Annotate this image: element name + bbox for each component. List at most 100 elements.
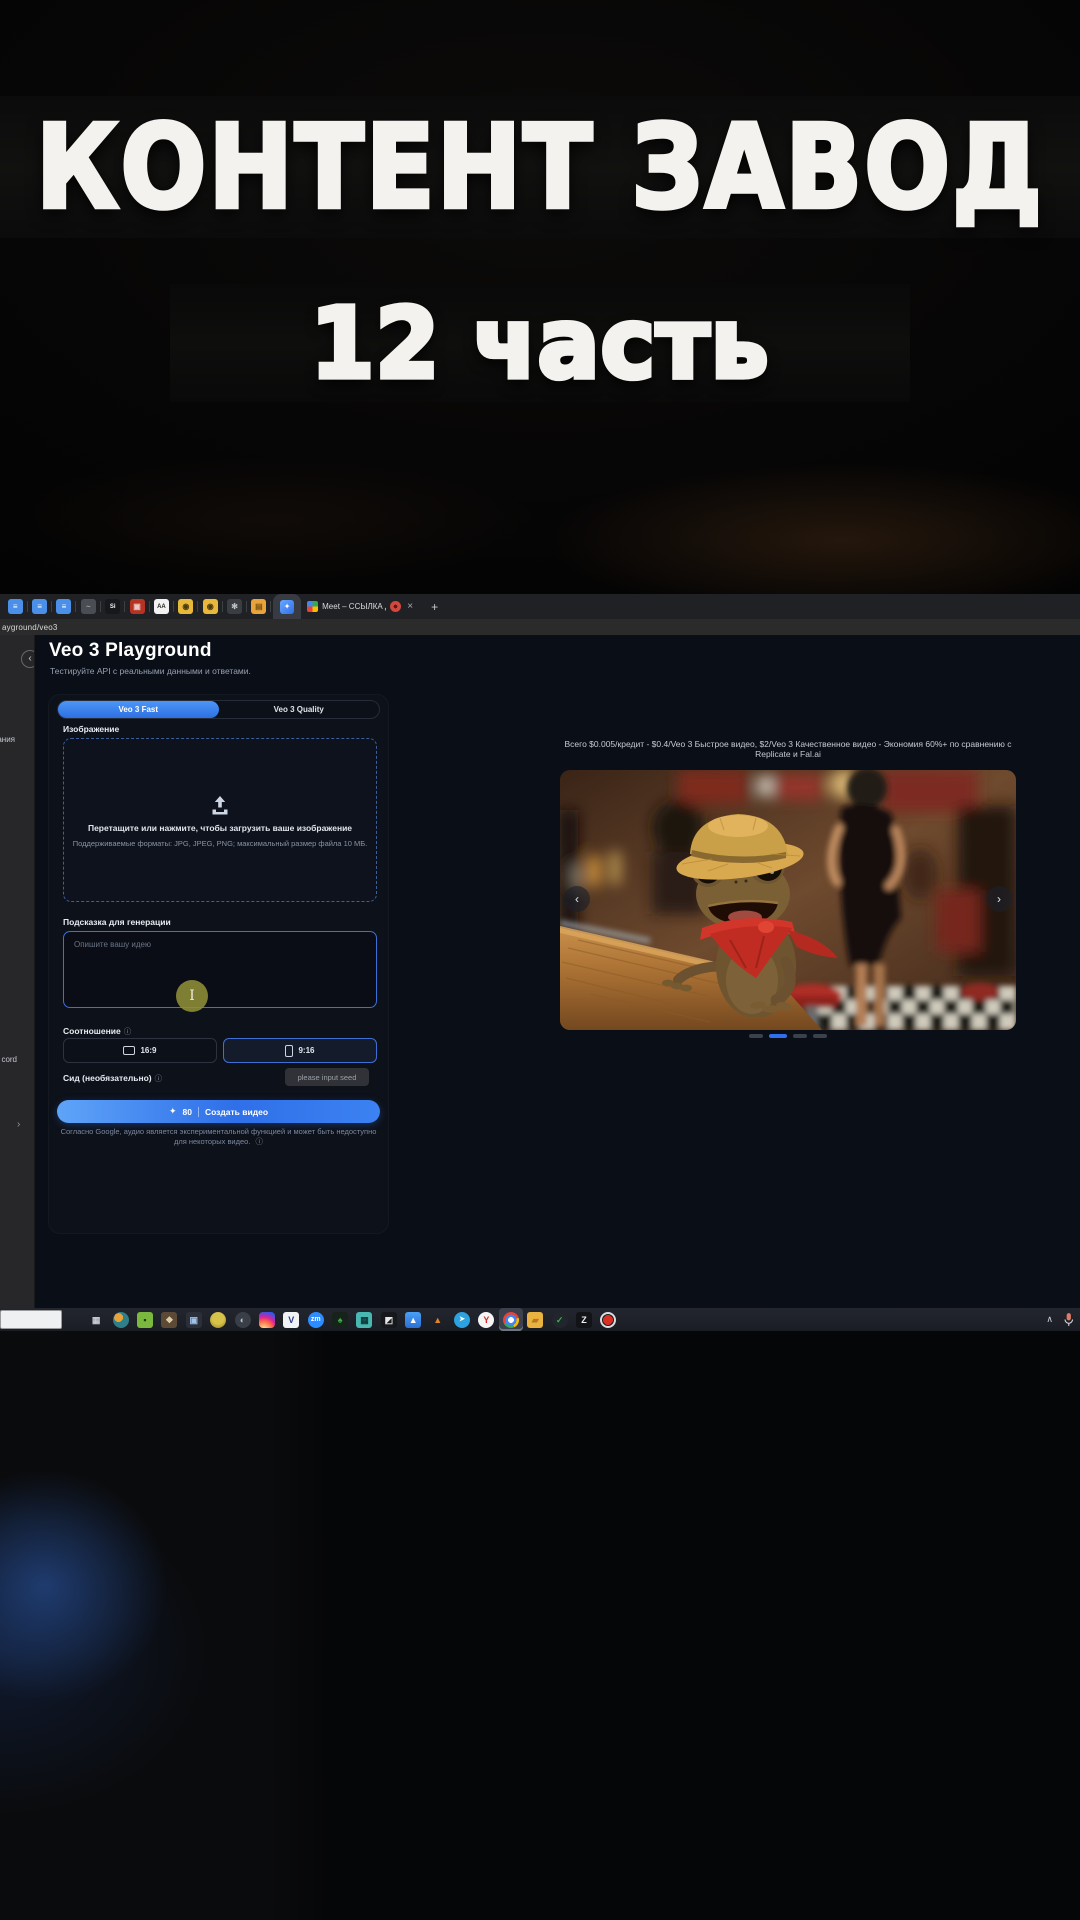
pinned-tab-gear[interactable]: ✻ — [227, 599, 248, 614]
create-video-label: Создать видео — [204, 1106, 269, 1117]
create-video-button[interactable]: ✦ 80 Создать видео — [57, 1100, 380, 1123]
antivirus-icon[interactable]: ▪ — [133, 1308, 157, 1331]
pinned-tab-yellow-1[interactable]: ◉ — [178, 599, 199, 614]
game-icon[interactable]: ❖ — [157, 1308, 181, 1331]
mascot-app-icon[interactable] — [206, 1308, 230, 1331]
seed-input[interactable] — [285, 1068, 369, 1086]
carousel-dots — [560, 1034, 1016, 1038]
telegram-icon: ➤ — [454, 1311, 471, 1328]
sidebar-expand-chevron-icon[interactable]: › — [17, 1119, 20, 1130]
calculator-icon: ▦ — [356, 1311, 373, 1328]
disclaimer-info-icon: ⓘ — [255, 1137, 264, 1146]
browser-window: ≡≡≡~Si▣AA◉◉✻▤ ✦ Meet – ССЫЛКА ДЛЯ ВСТР ×… — [0, 594, 1080, 1308]
browser-globe-icon[interactable] — [108, 1308, 132, 1331]
video-editor-v-icon[interactable]: V — [279, 1308, 303, 1331]
calculator-icon[interactable]: ▦ — [352, 1308, 376, 1331]
voice-chat-icon[interactable]: ✓ — [547, 1308, 571, 1331]
pinned-tab-studio[interactable]: Si — [105, 599, 126, 614]
audio-disclaimer: Согласно Google, аудио является эксперим… — [60, 1127, 377, 1146]
url-text: ayground/veo3 — [2, 622, 58, 632]
file-explorer-icon[interactable]: ▰ — [523, 1308, 547, 1331]
active-tab[interactable]: ✦ — [273, 594, 302, 619]
carousel-dot-4[interactable] — [813, 1034, 827, 1038]
vlc-icon[interactable]: ▲ — [425, 1308, 449, 1331]
zoom-icon[interactable]: zm — [304, 1308, 328, 1331]
nature-app-icon[interactable]: ♠ — [328, 1308, 352, 1331]
carousel-prev-button[interactable]: ‹ — [564, 886, 590, 912]
active-tab-icon: ✦ — [280, 599, 295, 614]
pinned-tab-yellow-2[interactable]: ◉ — [202, 599, 223, 614]
video-editor-v-icon: V — [283, 1311, 300, 1328]
tray-chevron-icon[interactable]: ∧ — [1046, 1314, 1053, 1325]
tab-close-icon[interactable]: × — [405, 601, 415, 612]
pinned-tab-aa[interactable]: AA — [153, 599, 174, 614]
ratio-9-16-button[interactable]: 9:16 — [223, 1038, 377, 1063]
video-preview-image — [560, 770, 1016, 1030]
media-app-icon: ▣ — [185, 1311, 202, 1328]
clip-editor-icon[interactable]: ◩ — [377, 1308, 401, 1331]
carousel-next-button[interactable]: › — [986, 886, 1012, 912]
pinned-tab-extension[interactable]: ~ — [80, 599, 101, 614]
telegram-icon[interactable]: ➤ — [450, 1308, 474, 1331]
system-tray: ∧ — [1046, 1308, 1074, 1331]
landscape-icon — [123, 1046, 136, 1055]
recording-badge-icon — [390, 601, 402, 612]
chrome-icon[interactable] — [498, 1308, 524, 1331]
sidebar-item-top[interactable]: ания — [0, 735, 15, 744]
browser-globe-icon — [112, 1311, 129, 1328]
yandex-browser-icon[interactable]: Y — [474, 1308, 498, 1331]
meet-icon — [307, 601, 319, 612]
carousel-dot-2[interactable] — [769, 1034, 787, 1038]
overlay-title: КОНТЕНТ ЗАВОД — [34, 97, 1045, 236]
file-explorer-icon: ▰ — [527, 1311, 544, 1328]
pinned-tabs: ≡ ≡ ≡ ~ Si ▣ AA ◉ ◉ ✻ ▤ — [0, 594, 272, 619]
taskbar-search-input[interactable] — [0, 1310, 62, 1329]
title-band-2: 12 часть — [170, 284, 910, 402]
prompt-textarea[interactable] — [64, 932, 376, 1007]
title-band-1: КОНТЕНТ ЗАВОД — [0, 96, 1080, 238]
instagram-icon[interactable] — [255, 1308, 279, 1331]
taskbar-icons: ▦ ▪ ❖ ▣ ◐ Vzm ♠ ▦ ◩ ▲ ▲ ➤ Y ▰ ✓ Z — [84, 1308, 621, 1331]
new-tab-button[interactable]: + — [427, 600, 442, 614]
pinned-tab-folder[interactable]: ▤ — [251, 599, 272, 614]
upload-formats: Поддерживаемые форматы: JPG, JPEG, PNG; … — [72, 838, 368, 848]
screen: КОНТЕНТ ЗАВОД 12 часть ≡ ≡ ≡ ~ Si ▣ AA ◉ ◉ ✻ ▤ ✦ M… — [0, 0, 1080, 1920]
pinned-tab-docs-3[interactable]: ≡ — [56, 599, 77, 614]
sparkle-icon: ✦ — [168, 1106, 177, 1116]
microphone-icon[interactable] — [1063, 1312, 1074, 1327]
video-preview-carousel[interactable] — [560, 770, 1016, 1030]
address-bar[interactable]: ayground/veo3 — [0, 619, 1080, 635]
screen-record-icon[interactable] — [596, 1308, 620, 1331]
image-upload-dropzone[interactable]: Перетащите или нажмите, чтобы загрузить … — [63, 738, 377, 902]
voice-chat-icon: ✓ — [551, 1311, 568, 1328]
sidebar-collapse-button[interactable]: ‹ — [21, 650, 34, 668]
instagram-icon — [258, 1311, 275, 1328]
aspect-ratio-group: 16:9 9:16 — [63, 1038, 377, 1063]
globe-dark-icon[interactable]: ◐ — [230, 1308, 254, 1331]
tab-veo3-fast[interactable]: Veo 3 Fast — [58, 701, 219, 718]
media-app-icon[interactable]: ▣ — [182, 1308, 206, 1331]
pinned-tab-docs-1[interactable]: ≡ — [7, 599, 28, 614]
carousel-dot-1[interactable] — [749, 1034, 763, 1038]
mouse-cursor-highlight: I — [176, 980, 208, 1012]
upload-instruction: Перетащите или нажмите, чтобы загрузить … — [87, 822, 353, 833]
overlay-part-number: 12 часть — [308, 284, 771, 403]
tab-veo3-quality[interactable]: Veo 3 Quality — [219, 701, 380, 718]
taskbar: ▦ ▪ ❖ ▣ ◐ Vzm ♠ ▦ ◩ ▲ ▲ ➤ Y ▰ ✓ Z ∧ — [0, 1308, 1080, 1331]
upload-icon — [212, 795, 228, 814]
carousel-dot-3[interactable] — [793, 1034, 807, 1038]
nature-app-icon: ♠ — [332, 1311, 349, 1328]
credits-cost: 80 — [182, 1106, 192, 1117]
image-field-label: Изображение — [63, 724, 120, 734]
sidebar-item-discord[interactable]: cord — [1, 1055, 17, 1064]
mascot-app-icon — [210, 1311, 227, 1328]
task-view-icon[interactable]: ▦ — [84, 1308, 108, 1331]
tab-meet[interactable]: Meet – ССЫЛКА ДЛЯ ВСТР × — [301, 594, 419, 619]
pinned-tab-red-app[interactable]: ▣ — [129, 599, 150, 614]
ratio-16-9-button[interactable]: 16:9 — [63, 1038, 217, 1063]
pinned-tab-docs-2[interactable]: ≡ — [32, 599, 53, 614]
z-recorder-icon[interactable]: Z — [572, 1308, 596, 1331]
prompt-textarea-wrap — [63, 931, 377, 1008]
yandex-browser-icon: Y — [478, 1311, 495, 1328]
photos-icon[interactable]: ▲ — [401, 1308, 425, 1331]
